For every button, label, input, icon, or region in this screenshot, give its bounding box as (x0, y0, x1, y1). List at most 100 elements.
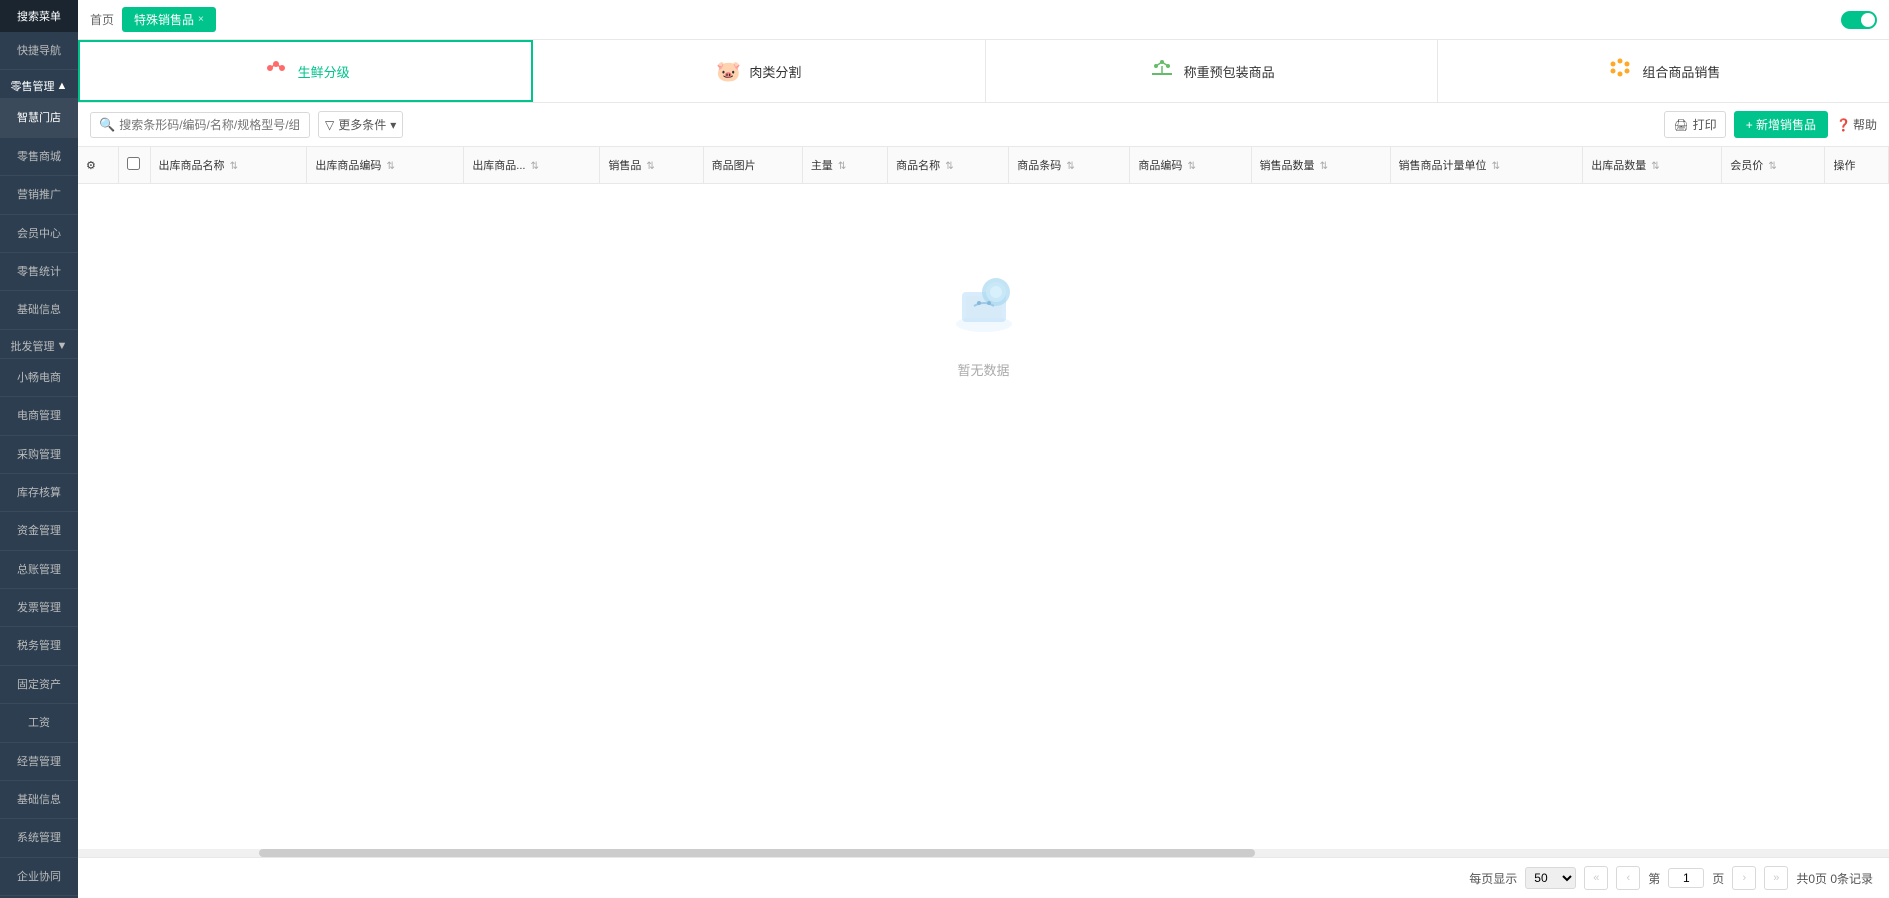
next-page-button[interactable]: › (1732, 866, 1756, 890)
toolbar: 🔍 ▽ 更多条件 ▾ 🖨 打印 + 新增销售品 ❓ 帮助 (78, 103, 1889, 147)
sidebar-item-basic-info[interactable]: 基础信息 (0, 291, 78, 329)
col-img: 商品图片 (703, 147, 802, 184)
meat-split-icon: 🐷 (716, 59, 741, 84)
sidebar-item-finance[interactable]: 资金管理 (0, 512, 78, 550)
per-page-select[interactable]: 10 20 50 100 (1525, 867, 1576, 889)
sidebar-item-fixed-assets[interactable]: 固定资产 (0, 666, 78, 704)
col-gear[interactable]: ⚙ (78, 147, 118, 184)
last-page-button[interactable]: » (1764, 866, 1788, 890)
col-out-qty[interactable]: 出库品数量 ⇅ (1583, 147, 1722, 184)
toolbar-right: 🖨 打印 + 新增销售品 ❓ 帮助 (1664, 111, 1877, 138)
help-label: 帮助 (1853, 116, 1877, 133)
active-tab-label: 特殊销售品 (134, 11, 194, 28)
toggle-button[interactable] (1841, 11, 1877, 29)
weight-pack-icon (1148, 56, 1176, 86)
sidebar-item-basic-info2[interactable]: 基础信息 (0, 781, 78, 819)
add-sale-item-button[interactable]: + 新增销售品 (1734, 111, 1828, 138)
prev-page-button[interactable]: ‹ (1616, 866, 1640, 890)
sidebar-item-tax-mgmt[interactable]: 税务管理 (0, 627, 78, 665)
col-barcode[interactable]: 商品条码 ⇅ (1009, 147, 1130, 184)
first-page-icon: « (1593, 872, 1599, 884)
sidebar-item-retail-stats[interactable]: 零售统计 (0, 253, 78, 291)
search-input[interactable] (119, 118, 299, 132)
help-button[interactable]: ❓ 帮助 (1836, 116, 1877, 133)
col-goods-code[interactable]: 商品编码 ⇅ (1130, 147, 1251, 184)
prev-page-icon: ‹ (1626, 872, 1630, 884)
sidebar-item-general-ledger[interactable]: 总账管理 (0, 551, 78, 589)
col-check[interactable] (118, 147, 150, 184)
col-sale-item[interactable]: 销售品 ⇅ (600, 147, 703, 184)
col-sale-qty[interactable]: 销售品数量 ⇅ (1251, 147, 1390, 184)
first-page-button[interactable]: « (1584, 866, 1608, 890)
sort-icon: ⇅ (1492, 161, 1500, 172)
cat-tab-weight-pack-label: 称重预包装商品 (1184, 62, 1275, 81)
sidebar-item-retail-mall[interactable]: 零售商城 (0, 138, 78, 176)
last-page-icon: » (1773, 872, 1779, 884)
sidebar-item-ops-mgmt[interactable]: 经营管理 (0, 743, 78, 781)
filter-button[interactable]: ▽ 更多条件 ▾ (318, 111, 403, 138)
page-label: 第 (1648, 870, 1660, 887)
close-tab-icon[interactable]: × (198, 14, 204, 25)
empty-illustration (944, 264, 1024, 344)
table-header-row: ⚙ 出库商品名称 ⇅ 出库商品编码 ⇅ 出库商品... ⇅ (78, 147, 1889, 184)
sort-icon: ⇅ (945, 161, 953, 172)
sidebar-item-inventory[interactable]: 库存核算 (0, 474, 78, 512)
select-all-checkbox[interactable] (127, 157, 140, 170)
sidebar-item-purchase-mgmt[interactable]: 采购管理 (0, 436, 78, 474)
print-button[interactable]: 🖨 打印 (1664, 111, 1725, 138)
cat-tab-fresh-grade[interactable]: 生鲜分级 (78, 40, 533, 102)
sidebar-item-quick-nav[interactable]: 快捷导航 (0, 32, 78, 70)
sidebar-item-invoice-mgmt[interactable]: 发票管理 (0, 589, 78, 627)
sidebar-item-member-center[interactable]: 会员中心 (0, 215, 78, 253)
sidebar-item-smart-store[interactable]: 智慧门店 (0, 99, 78, 137)
search-box[interactable]: 🔍 (90, 112, 310, 138)
total-info: 共0页 0条记录 (1796, 870, 1873, 887)
page-number-input[interactable] (1668, 868, 1704, 888)
sidebar-logo-text: 搜索菜单 (17, 8, 61, 24)
main-content: 首页 特殊销售品 × 生鲜分级 🐷 肉类分割 (78, 0, 1889, 898)
col-goods-name[interactable]: 商品名称 ⇅ (888, 147, 1009, 184)
data-table: ⚙ 出库商品名称 ⇅ 出库商品编码 ⇅ 出库商品... ⇅ (78, 147, 1889, 184)
sidebar-logo[interactable]: 搜索菜单 (0, 0, 78, 32)
active-tab[interactable]: 特殊销售品 × (122, 7, 216, 32)
cat-tab-combo-sales[interactable]: 组合商品销售 (1438, 40, 1889, 102)
col-out-name[interactable]: 出库商品名称 ⇅ (150, 147, 307, 184)
sidebar-item-wages[interactable]: 工资 (0, 704, 78, 742)
filter-arrow-icon: ▾ (390, 118, 396, 132)
per-page-label: 每页显示 (1469, 870, 1517, 887)
cat-tab-combo-sales-label: 组合商品销售 (1642, 62, 1720, 81)
col-op: 操作 (1825, 147, 1889, 184)
sort-icon: ⇅ (1651, 161, 1659, 172)
sidebar-item-mini-app[interactable]: 小畅电商 (0, 359, 78, 397)
search-icon: 🔍 (99, 117, 115, 133)
cat-tab-meat-split[interactable]: 🐷 肉类分割 (533, 40, 985, 102)
sidebar-item-marketing[interactable]: 营销推广 (0, 176, 78, 214)
sort-icon: ⇅ (646, 161, 654, 172)
page-suffix: 页 (1712, 870, 1724, 887)
cat-tab-fresh-grade-label: 生鲜分级 (298, 62, 350, 81)
horizontal-scrollbar[interactable] (78, 849, 1889, 857)
sidebar: 搜索菜单 快捷导航 零售管理 ▲ 智慧门店 零售商城 营销推广 会员中心 零售统… (0, 0, 78, 898)
sort-icon: ⇅ (230, 161, 238, 172)
sidebar-item-sys-mgmt[interactable]: 系统管理 (0, 819, 78, 857)
combo-sales-icon (1606, 56, 1634, 86)
topbar-right (1841, 11, 1877, 29)
sort-icon: ⇅ (1320, 161, 1328, 172)
empty-state: 暂无数据 (78, 184, 1889, 459)
sort-icon: ⇅ (1187, 161, 1195, 172)
print-label: 打印 (1693, 116, 1717, 133)
col-out-code[interactable]: 出库商品编码 ⇅ (307, 147, 464, 184)
cat-tab-meat-split-label: 肉类分割 (749, 62, 801, 81)
col-sale-unit[interactable]: 销售商品计量单位 ⇅ (1390, 147, 1583, 184)
col-main-unit[interactable]: 主量 ⇅ (802, 147, 887, 184)
sidebar-item-enterprise[interactable]: 企业协同 (0, 858, 78, 896)
sort-icon: ⇅ (531, 161, 539, 172)
col-out-spec[interactable]: 出库商品... ⇅ (464, 147, 600, 184)
col-member-price[interactable]: 会员价 ⇅ (1722, 147, 1825, 184)
home-link[interactable]: 首页 (90, 11, 114, 28)
sidebar-item-retail-mgmt[interactable]: 零售管理 ▲ (0, 70, 78, 99)
cat-tab-weight-pack[interactable]: 称重预包装商品 (986, 40, 1438, 102)
sidebar-item-wholesale-mgmt[interactable]: 批发管理 ▼ (0, 330, 78, 359)
scroll-thumb[interactable] (259, 849, 1255, 857)
sidebar-item-ecom-mgmt[interactable]: 电商管理 (0, 397, 78, 435)
